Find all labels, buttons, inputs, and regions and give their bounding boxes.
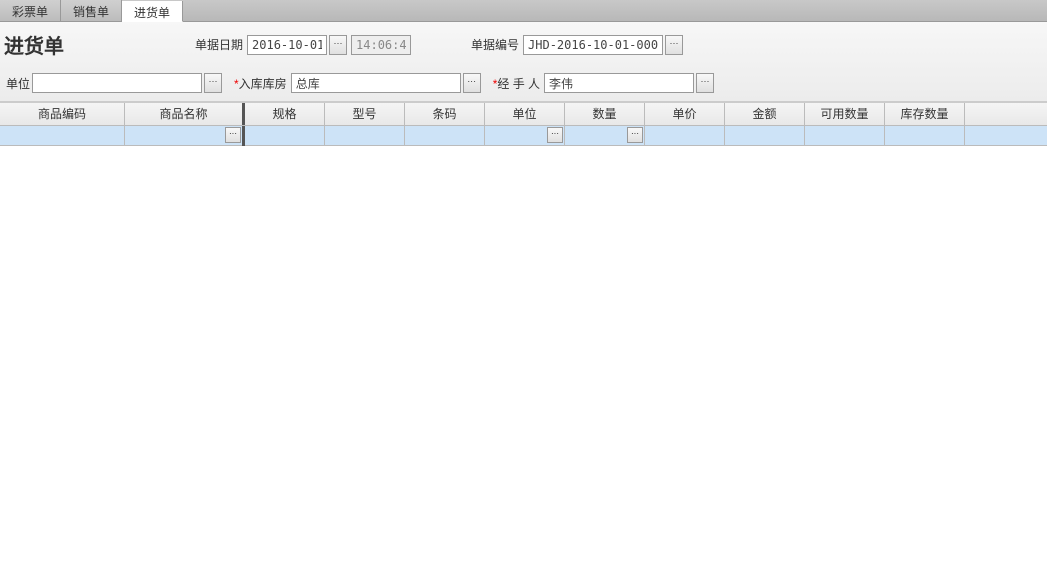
supplier-lookup-button[interactable]: ··· [204,73,222,93]
col-qty[interactable]: 数量 [565,103,645,125]
header-area: 进货单 单据日期 ··· 单据编号 ··· 单位 ··· *入库库房 ··· *… [0,22,1047,102]
cell-barcode[interactable] [405,126,485,146]
doc-time-input [351,35,411,55]
tabs-bar: 彩票单 销售单 进货单 [0,0,1047,22]
col-model[interactable]: 型号 [325,103,405,125]
cell-avail-qty[interactable] [805,126,885,146]
col-stock-qty[interactable]: 库存数量 [885,103,965,125]
cell-price[interactable] [645,126,725,146]
cell-qty[interactable]: ··· [565,126,645,146]
handler-label: *经 手 人 [493,75,540,92]
col-amount[interactable]: 金额 [725,103,805,125]
warehouse-label: *入库库房 [234,75,287,92]
cell-spec[interactable] [245,126,325,146]
table-row[interactable]: ··· ··· ··· [0,126,1047,146]
qty-lookup-button[interactable]: ··· [627,127,643,143]
handler-input[interactable] [544,73,694,93]
doc-no-lookup-button[interactable]: ··· [665,35,683,55]
col-spec[interactable]: 规格 [245,103,325,125]
tab-sales[interactable]: 销售单 [61,0,122,21]
warehouse-input[interactable] [291,73,461,93]
doc-no-label: 单据编号 [471,36,519,53]
col-avail-qty[interactable]: 可用数量 [805,103,885,125]
unit-lookup-button[interactable]: ··· [547,127,563,143]
doc-date-label: 单据日期 [195,36,243,53]
col-product-code[interactable]: 商品编码 [0,103,125,125]
cell-stock-qty[interactable] [885,126,965,146]
tab-purchase[interactable]: 进货单 [122,1,183,22]
grid-area: 商品编码 商品名称 规格 型号 条码 单位 数量 单价 金额 可用数量 库存数量… [0,102,1047,146]
col-unit[interactable]: 单位 [485,103,565,125]
warehouse-lookup-button[interactable]: ··· [463,73,481,93]
cell-model[interactable] [325,126,405,146]
supplier-label: 单位 [0,75,30,92]
doc-date-input[interactable] [247,35,327,55]
col-price[interactable]: 单价 [645,103,725,125]
handler-lookup-button[interactable]: ··· [696,73,714,93]
col-product-name[interactable]: 商品名称 [125,103,245,125]
doc-no-input[interactable] [523,35,663,55]
doc-date-picker-button[interactable]: ··· [329,35,347,55]
cell-unit[interactable]: ··· [485,126,565,146]
tab-caipiao[interactable]: 彩票单 [0,0,61,21]
col-barcode[interactable]: 条码 [405,103,485,125]
cell-product-code[interactable] [0,126,125,146]
cell-product-name[interactable]: ··· [125,126,245,146]
grid-header: 商品编码 商品名称 规格 型号 条码 单位 数量 单价 金额 可用数量 库存数量 [0,102,1047,126]
supplier-input[interactable] [32,73,202,93]
page-title: 进货单 [0,30,195,59]
product-name-lookup-button[interactable]: ··· [225,127,241,143]
cell-amount[interactable] [725,126,805,146]
